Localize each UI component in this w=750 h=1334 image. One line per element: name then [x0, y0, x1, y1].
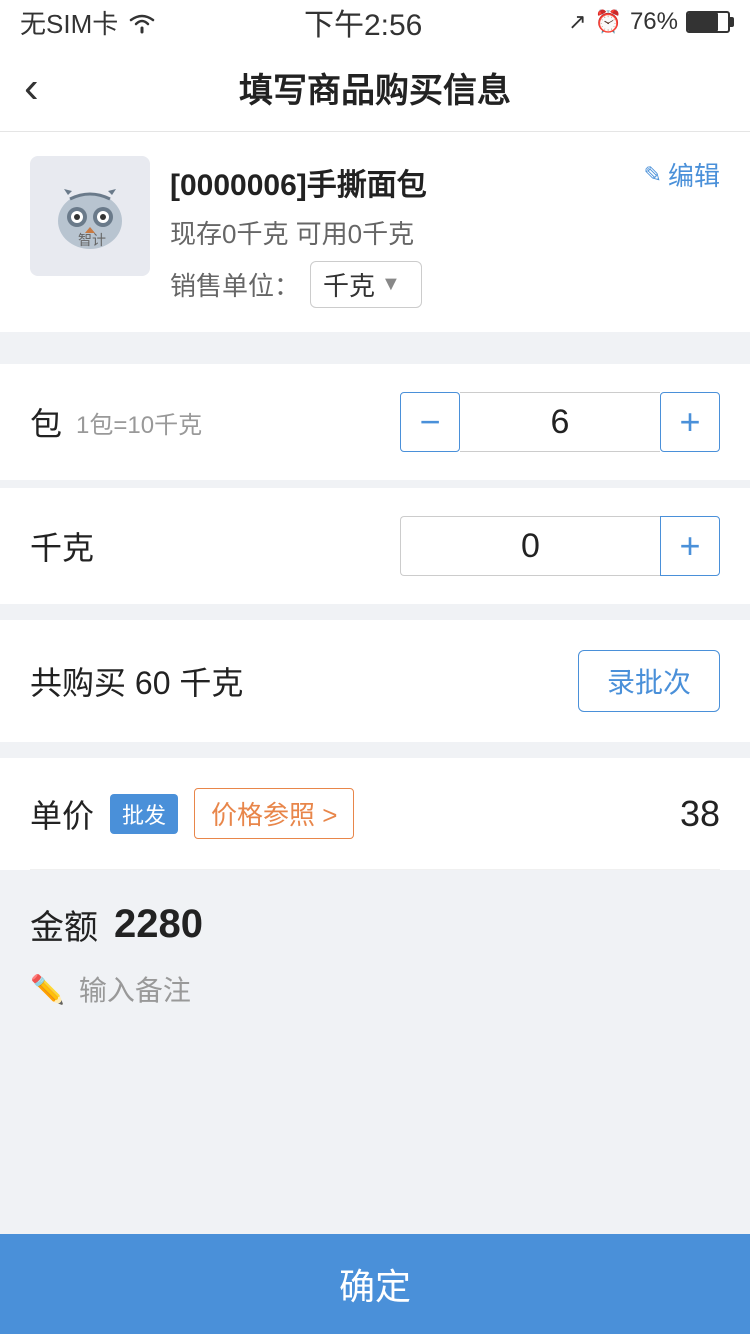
- amount-value: 2280: [114, 902, 203, 947]
- bao-hint: 1包=10千克: [76, 405, 202, 440]
- unit-label: 销售单位：: [170, 266, 300, 303]
- section-separator-3: [0, 604, 750, 620]
- svg-text:智计: 智计: [78, 232, 106, 248]
- page-title: 填写商品购买信息: [239, 63, 511, 112]
- summary-section: 共购买 60 千克 录批次: [0, 620, 750, 742]
- batch-button[interactable]: 录批次: [578, 650, 720, 712]
- location-icon: ↗: [568, 9, 586, 35]
- price-tag-badge: 批发: [110, 794, 178, 834]
- kg-quantity-control: +: [400, 516, 720, 576]
- nav-bar: ‹ 填写商品购买信息: [0, 44, 750, 132]
- owl-logo-icon: 智计: [50, 181, 130, 251]
- confirm-label: 确定: [339, 1258, 411, 1310]
- product-image: 智计: [30, 156, 150, 276]
- section-separator-4: [0, 742, 750, 758]
- product-info: [0000006]手撕面包 现存0千克 可用0千克 销售单位： 千克 ▼: [170, 156, 720, 308]
- bao-label: 包: [30, 399, 62, 445]
- battery-percent: 76%: [630, 8, 678, 36]
- product-stock: 现存0千克 可用0千克: [170, 214, 720, 251]
- price-row: 单价 批发 价格参照 > 38: [30, 758, 720, 870]
- kg-form-section: 千克 +: [0, 488, 750, 604]
- bao-quantity-control: − +: [400, 392, 720, 452]
- bao-form-section: 包 1包=10千克 − +: [0, 364, 750, 480]
- note-row[interactable]: ✏️ 输入备注: [30, 969, 720, 1009]
- amount-label: 金额: [30, 900, 98, 949]
- back-button[interactable]: ‹: [24, 63, 39, 113]
- time-display: 下午2:56: [304, 0, 422, 44]
- price-section: 单价 批发 价格参照 > 38: [0, 758, 750, 870]
- bao-row: 包 1包=10千克 − +: [30, 364, 720, 480]
- battery-icon: [686, 11, 730, 33]
- edit-icon: ✎: [644, 162, 662, 188]
- edit-label: 编辑: [668, 156, 720, 193]
- section-separator-2: [0, 480, 750, 488]
- kg-quantity-input[interactable]: [400, 516, 660, 576]
- unit-select[interactable]: 千克 ▼: [310, 261, 422, 308]
- bao-increment-button[interactable]: +: [660, 392, 720, 452]
- price-value: 38: [680, 793, 720, 835]
- status-left: 无SIM卡: [20, 4, 158, 41]
- main-spacer: [0, 1029, 750, 1234]
- section-separator-1: [0, 348, 750, 364]
- alarm-icon: ⏰: [595, 9, 622, 35]
- price-label: 单价: [30, 791, 94, 837]
- unit-value: 千克: [323, 266, 375, 303]
- chevron-down-icon: ▼: [381, 273, 401, 296]
- kg-row: 千克 +: [30, 488, 720, 604]
- bao-quantity-input[interactable]: [460, 392, 660, 452]
- status-right: ↗ ⏰ 76%: [568, 8, 730, 36]
- kg-label: 千克: [30, 523, 94, 569]
- product-section: 智计 [0000006]手撕面包 现存0千克 可用0千克 销售单位： 千克 ▼ …: [0, 132, 750, 332]
- summary-row: 共购买 60 千克 录批次: [30, 620, 720, 742]
- wifi-icon: [126, 10, 158, 34]
- amount-row: 金额 2280: [30, 900, 720, 949]
- product-name: [0000006]手撕面包: [170, 160, 720, 204]
- pencil-icon: ✏️: [30, 973, 65, 1006]
- status-bar: 无SIM卡 下午2:56 ↗ ⏰ 76%: [0, 0, 750, 44]
- note-label: 输入备注: [79, 969, 191, 1009]
- product-unit-row: 销售单位： 千克 ▼: [170, 261, 720, 308]
- edit-button[interactable]: ✎ 编辑: [644, 156, 720, 193]
- confirm-button[interactable]: 确定: [0, 1234, 750, 1334]
- summary-text: 共购买 60 千克: [30, 658, 243, 704]
- bao-label-group: 包 1包=10千克: [30, 399, 202, 445]
- price-ref-button[interactable]: 价格参照 >: [194, 788, 354, 839]
- bao-decrement-button[interactable]: −: [400, 392, 460, 452]
- amount-section: 金额 2280 ✏️ 输入备注: [0, 870, 750, 1029]
- carrier-text: 无SIM卡: [20, 4, 118, 41]
- kg-increment-button[interactable]: +: [660, 516, 720, 576]
